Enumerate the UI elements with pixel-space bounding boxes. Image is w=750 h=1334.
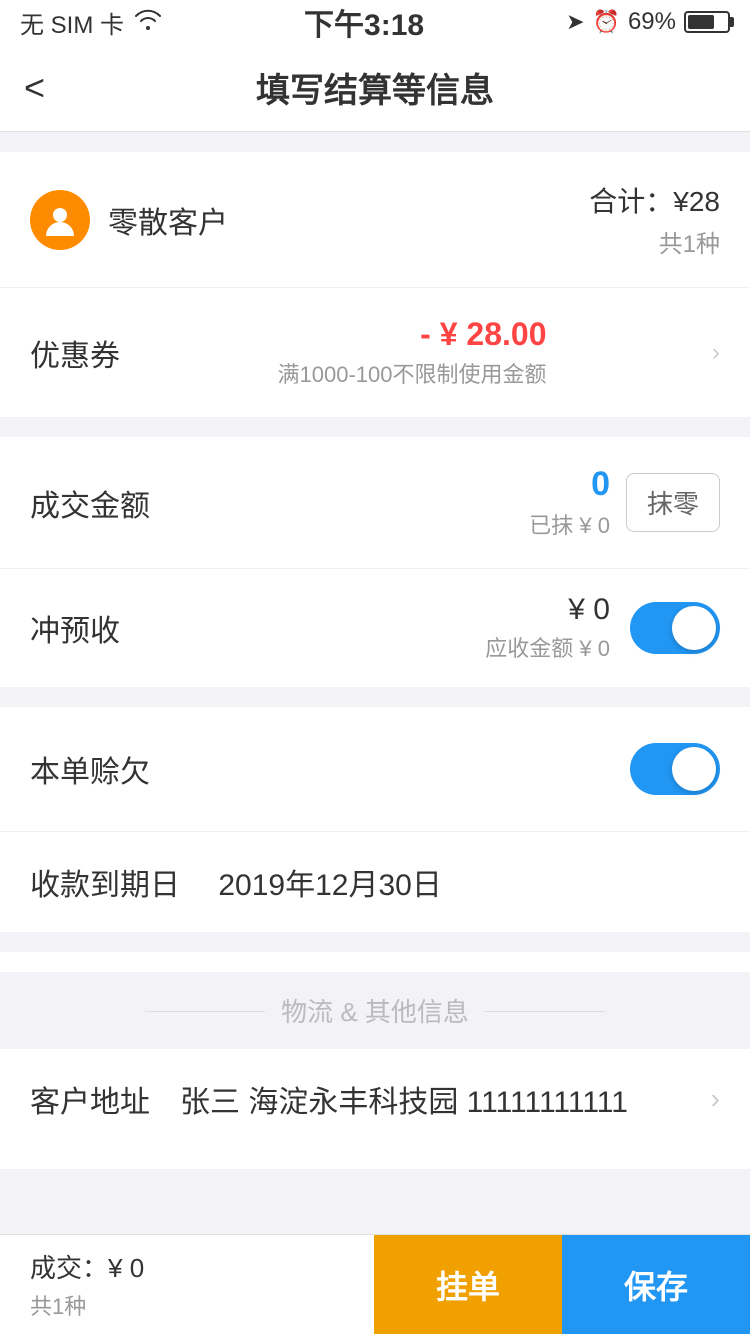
logistics-section: 物流 & 其他信息 客户地址 张三 海淀永丰科技园 11111111111 › [0, 952, 750, 1169]
coupon-label: 优惠券 [30, 331, 120, 375]
address-row[interactable]: 客户地址 张三 海淀永丰科技园 11111111111 › [0, 1049, 750, 1149]
customer-row: 零散客户 合计：¥28 共1种 [0, 152, 750, 287]
no-sim-label: 无 SIM 卡 [20, 5, 124, 40]
bottom-info: 成交：¥ 0 共1种 [0, 1235, 374, 1334]
credit-label: 本单赊欠 [30, 747, 150, 791]
alarm-icon: ⏰ [593, 9, 620, 35]
deal-section: 成交金额 0 已抹 ¥ 0 抹零 冲预收 ¥ 0 应收金额 ¥ 0 [0, 437, 750, 687]
precollect-sub: 应收金额 ¥ 0 [485, 631, 610, 663]
credit-row: 本单赊欠 [0, 707, 750, 831]
precollect-label: 冲预收 [30, 606, 120, 650]
deal-value-group: 0 已抹 ¥ 0 [529, 465, 610, 540]
status-bar: 无 SIM 卡 下午3:18 ➤ ⏰ 69% [0, 0, 750, 44]
save-button[interactable]: 保存 [562, 1235, 750, 1334]
deal-amount-row: 成交金额 0 已抹 ¥ 0 抹零 [0, 437, 750, 569]
bottom-deal-label: 成交：¥ 0 [30, 1248, 344, 1285]
customer-info: 零散客户 [30, 190, 228, 250]
address-value: 张三 海淀永丰科技园 11111111111 [180, 1077, 711, 1121]
total-amount: 合计：¥28 [589, 180, 720, 220]
address-label: 客户地址 [30, 1077, 150, 1121]
coupon-amount: - ¥ 28.00 [278, 316, 547, 353]
logistics-divider: 物流 & 其他信息 [0, 972, 750, 1049]
precollect-right: ¥ 0 应收金额 ¥ 0 [485, 593, 720, 663]
precollect-amount-group: ¥ 0 应收金额 ¥ 0 [485, 593, 610, 663]
credit-toggle-knob [672, 747, 716, 791]
deal-value: 0 [529, 465, 610, 504]
battery-percent: 69% [628, 8, 676, 36]
battery-icon [684, 11, 730, 33]
deal-sub: 已抹 ¥ 0 [529, 508, 610, 540]
status-left: 无 SIM 卡 [20, 5, 162, 40]
coupon-desc: 满1000-100不限制使用金额 [278, 357, 547, 389]
bottom-bar: 成交：¥ 0 共1种 挂单 保存 [0, 1234, 750, 1334]
status-time: 下午3:18 [304, 0, 424, 44]
customer-name: 零散客户 [108, 198, 228, 242]
deal-amount-label: 成交金额 [30, 481, 150, 525]
credit-section: 本单赊欠 收款到期日 2019年12月30日 [0, 707, 750, 932]
avatar [30, 190, 90, 250]
precollect-toggle[interactable] [630, 602, 720, 654]
chevron-right-icon: › [712, 339, 720, 367]
wifi-icon [134, 8, 162, 37]
page-title: 填写结算等信息 [256, 63, 494, 112]
precollect-row: 冲预收 ¥ 0 应收金额 ¥ 0 [0, 569, 750, 687]
coupon-row[interactable]: 优惠券 - ¥ 28.00 满1000-100不限制使用金额 › [0, 287, 750, 417]
precollect-amount: ¥ 0 [485, 593, 610, 627]
credit-toggle[interactable] [630, 743, 720, 795]
hang-button[interactable]: 挂单 [374, 1235, 562, 1334]
deal-amount-right: 0 已抹 ¥ 0 抹零 [529, 465, 720, 540]
bottom-deal-count: 共1种 [30, 1289, 344, 1321]
round-zero-button[interactable]: 抹零 [626, 473, 720, 532]
logistics-label: 物流 & 其他信息 [281, 992, 469, 1029]
status-right: ➤ ⏰ 69% [566, 8, 730, 36]
coupon-detail: - ¥ 28.00 满1000-100不限制使用金额 [278, 316, 547, 389]
toggle-knob [672, 606, 716, 650]
location-icon: ➤ [566, 9, 584, 35]
due-date-row: 收款到期日 2019年12月30日 [0, 831, 750, 932]
customer-total: 合计：¥28 共1种 [589, 180, 720, 259]
customer-section: 零散客户 合计：¥28 共1种 优惠券 - ¥ 28.00 满1000-100不… [0, 152, 750, 417]
back-button[interactable]: < [24, 67, 45, 109]
due-date-label: 收款到期日 [30, 869, 180, 902]
address-chevron-icon: › [711, 1083, 720, 1115]
nav-bar: < 填写结算等信息 [0, 44, 750, 132]
due-date-value: 2019年12月30日 [218, 869, 441, 902]
total-count: 共1种 [589, 224, 720, 259]
